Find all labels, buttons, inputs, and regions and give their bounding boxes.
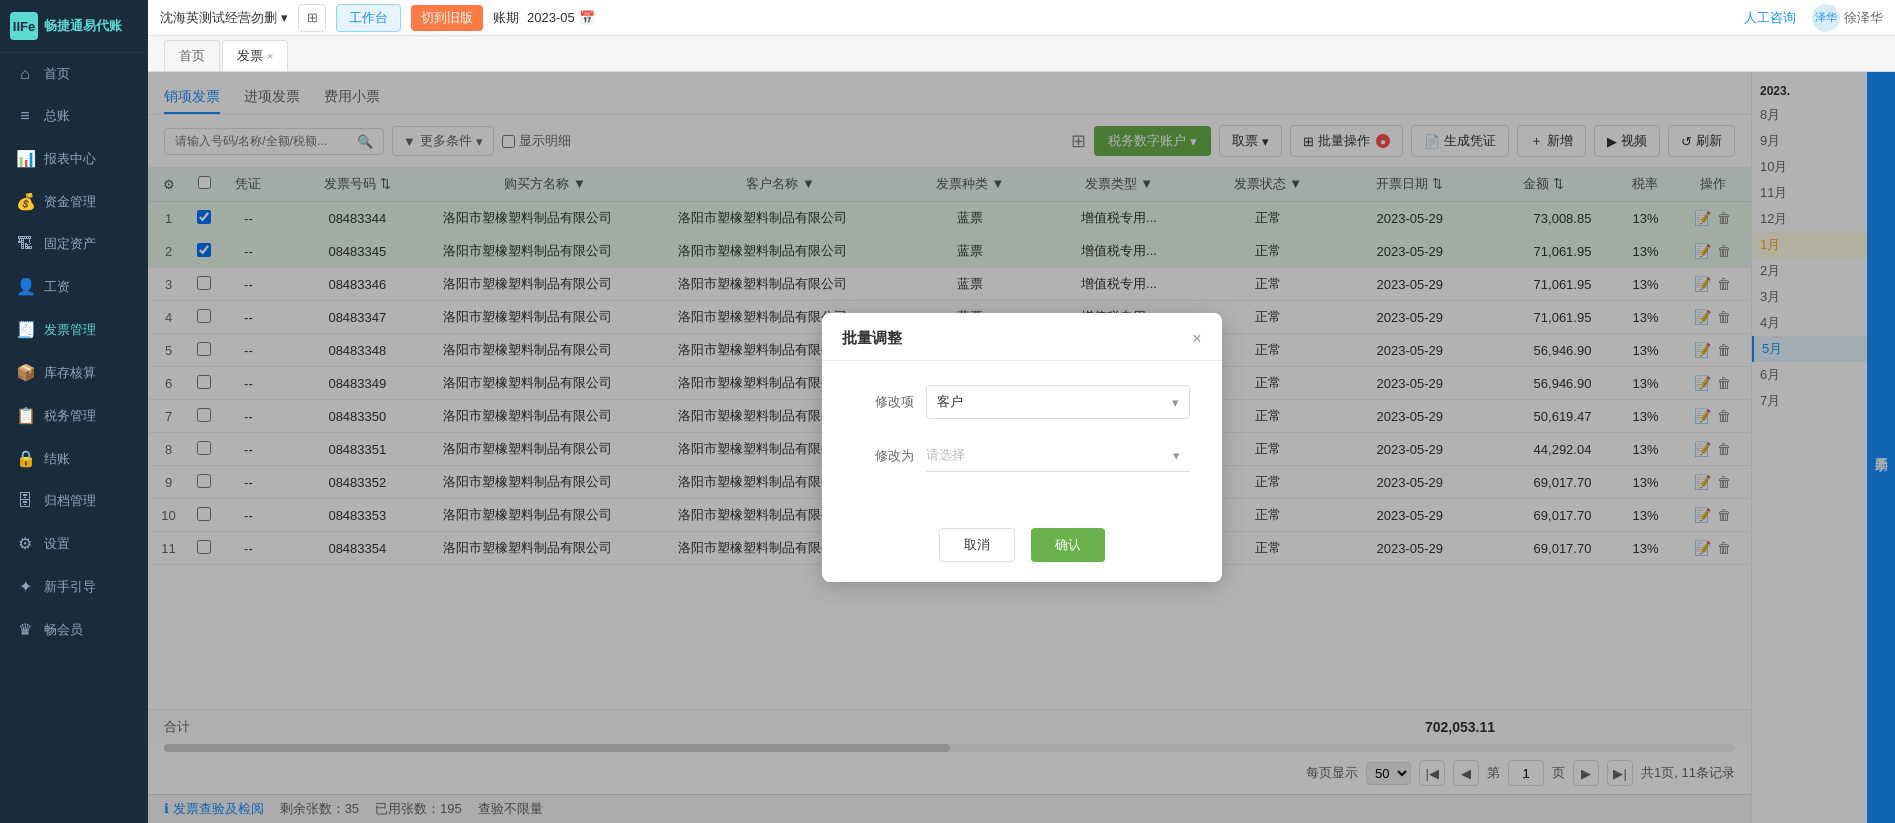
modify-to-arrow-icon: ▾	[1173, 448, 1180, 463]
close-period-icon: 🔒	[16, 449, 34, 468]
sidebar-item-home[interactable]: ⌂ 首页	[0, 53, 148, 95]
inventory-icon: 📦	[16, 363, 34, 382]
tab-home[interactable]: 首页	[164, 40, 220, 71]
sidebar-item-member[interactable]: ♛ 畅会员	[0, 608, 148, 651]
modify-to-label: 修改为	[854, 447, 914, 465]
sidebar-item-invoice-label: 发票管理	[44, 321, 96, 339]
calendar-icon[interactable]: 📅	[579, 10, 595, 25]
confirm-button[interactable]: 确认	[1031, 528, 1105, 562]
settings-icon: ⚙	[16, 534, 34, 553]
tab-home-label: 首页	[179, 47, 205, 65]
period-value: 2023-05	[527, 10, 575, 25]
home-icon: ⌂	[16, 65, 34, 83]
logo-icon: IIFe	[10, 12, 38, 40]
sidebar-item-close-label: 结账	[44, 450, 70, 468]
period-display: 账期 2023-05 📅	[493, 9, 595, 27]
sidebar-item-inventory[interactable]: 📦 库存核算	[0, 351, 148, 394]
topbar-right: 人工咨询 泽华 徐泽华	[1744, 4, 1883, 32]
sidebar-item-fixed-assets-label: 固定资产	[44, 235, 96, 253]
sidebar-item-ledger[interactable]: ≡ 总账	[0, 95, 148, 137]
tab-invoice-label: 发票	[237, 47, 263, 65]
support-link[interactable]: 人工咨询	[1744, 9, 1796, 27]
user-info: 泽华 徐泽华	[1812, 4, 1883, 32]
modify-to-placeholder: 请选择	[926, 446, 965, 464]
sidebar-item-home-label: 首页	[44, 65, 70, 83]
user-name: 徐泽华	[1844, 9, 1883, 27]
sidebar-item-newbie[interactable]: ✦ 新手引导	[0, 565, 148, 608]
sidebar-item-settings-label: 设置	[44, 535, 70, 553]
sidebar-item-payroll-label: 工资	[44, 278, 70, 296]
sidebar-item-ledger-label: 总账	[44, 107, 70, 125]
company-icon-btn[interactable]: ⊞	[298, 4, 326, 32]
sidebar-item-fixed-assets[interactable]: 🏗 固定资产	[0, 223, 148, 265]
fixed-assets-icon: 🏗	[16, 235, 34, 253]
invoice-icon: 🧾	[16, 320, 34, 339]
sidebar-item-reports[interactable]: 📊 报表中心	[0, 137, 148, 180]
member-icon: ♛	[16, 620, 34, 639]
funds-icon: 💰	[16, 192, 34, 211]
sidebar-item-close[interactable]: 🔒 结账	[0, 437, 148, 480]
dialog-header: 批量调整 ×	[822, 313, 1222, 361]
sidebar-item-invoice[interactable]: 🧾 发票管理	[0, 308, 148, 351]
payroll-icon: 👤	[16, 277, 34, 296]
archive-icon: 🗄	[16, 492, 34, 510]
sidebar-item-newbie-label: 新手引导	[44, 578, 96, 596]
ledger-icon: ≡	[16, 107, 34, 125]
topbar: 沈海英测试经营勿删 ▾ ⊞ 工作台 切到旧版 账期 2023-05 📅 人工咨询…	[148, 0, 1895, 36]
company-selector[interactable]: 沈海英测试经营勿删 ▾	[160, 9, 288, 27]
dialog-body: 修改项 客户 ▾ 修改为 请选择 ▾	[822, 361, 1222, 516]
dialog-close-button[interactable]: ×	[1192, 330, 1201, 348]
tax-icon: 📋	[16, 406, 34, 425]
workspace-button[interactable]: 工作台	[336, 4, 401, 32]
modify-to-row: 修改为 请选择 ▾	[854, 439, 1190, 472]
sidebar-item-archive-label: 归档管理	[44, 492, 96, 510]
sidebar-item-funds-label: 资金管理	[44, 193, 96, 211]
tab-close-icon[interactable]: ×	[267, 50, 273, 62]
dialog-title: 批量调整	[842, 329, 902, 348]
modify-field-label: 修改项	[854, 393, 914, 411]
company-name: 沈海英测试经营勿删	[160, 9, 277, 27]
sidebar-item-funds[interactable]: 💰 资金管理	[0, 180, 148, 223]
sidebar-item-payroll[interactable]: 👤 工资	[0, 265, 148, 308]
sidebar-item-inventory-label: 库存核算	[44, 364, 96, 382]
cancel-button[interactable]: 取消	[939, 528, 1015, 562]
dropdown-arrow-icon: ▾	[281, 10, 288, 25]
sidebar-item-tax[interactable]: 📋 税务管理	[0, 394, 148, 437]
tab-invoice[interactable]: 发票 ×	[222, 40, 288, 71]
modify-to-select[interactable]: 请选择 ▾	[926, 439, 1190, 472]
batch-adjust-dialog: 批量调整 × 修改项 客户 ▾ 修改为 请选择	[822, 313, 1222, 582]
sidebar-item-archive[interactable]: 🗄 归档管理	[0, 480, 148, 522]
sidebar-item-reports-label: 报表中心	[44, 150, 96, 168]
reports-icon: 📊	[16, 149, 34, 168]
app-name: 畅捷通易代账	[44, 17, 122, 35]
period-label: 账期	[493, 9, 519, 27]
modify-field-select[interactable]: 客户 ▾	[926, 385, 1190, 419]
sidebar: IIFe 畅捷通易代账 ⌂ 首页 ≡ 总账 📊 报表中心 💰 资金管理 🏗 固定…	[0, 0, 148, 823]
sidebar-item-settings[interactable]: ⚙ 设置	[0, 522, 148, 565]
sidebar-item-member-label: 畅会员	[44, 621, 83, 639]
main-area: 沈海英测试经营勿删 ▾ ⊞ 工作台 切到旧版 账期 2023-05 📅 人工咨询…	[148, 0, 1895, 823]
sidebar-item-tax-label: 税务管理	[44, 407, 96, 425]
dialog-overlay: 批量调整 × 修改项 客户 ▾ 修改为 请选择	[148, 72, 1895, 823]
tabbar: 首页 发票 ×	[148, 36, 1895, 72]
newbie-icon: ✦	[16, 577, 34, 596]
modify-field-arrow-icon: ▾	[1172, 395, 1179, 410]
app-logo: IIFe 畅捷通易代账	[0, 0, 148, 53]
content-area: 销项发票 进项发票 费用小票 🔍 ▼ 更多条件 ▾ 显示明细	[148, 72, 1895, 823]
dialog-footer: 取消 确认	[822, 516, 1222, 582]
switch-period-button[interactable]: 切到旧版	[411, 5, 483, 31]
modify-field-row: 修改项 客户 ▾	[854, 385, 1190, 419]
modify-field-value: 客户	[937, 393, 963, 411]
avatar: 泽华	[1812, 4, 1840, 32]
